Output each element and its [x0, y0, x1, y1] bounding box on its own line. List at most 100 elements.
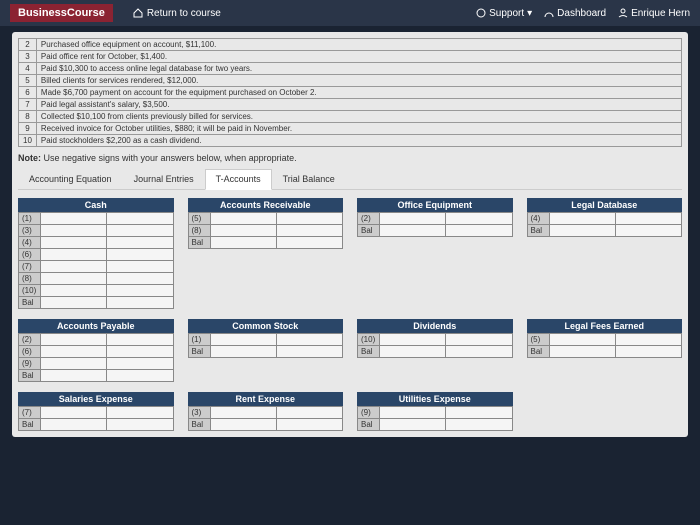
t-debit-cell[interactable] [549, 213, 615, 225]
t-credit-cell[interactable] [107, 261, 173, 273]
t-debit-cell[interactable] [41, 334, 107, 346]
t-row-label: Bal [358, 419, 380, 431]
t-credit-cell[interactable] [615, 225, 681, 237]
t-credit-cell[interactable] [107, 285, 173, 297]
brand: BusinessCourse [10, 4, 113, 22]
t-account-title: Accounts Receivable [188, 198, 344, 212]
t-credit-cell[interactable] [107, 273, 173, 285]
t-row-label: (3) [188, 407, 210, 419]
t-debit-cell[interactable] [210, 346, 276, 358]
t-debit-cell[interactable] [549, 346, 615, 358]
t-debit-cell[interactable] [210, 237, 276, 249]
transaction-text: Billed clients for services rendered, $1… [36, 75, 681, 87]
t-debit-cell[interactable] [41, 261, 107, 273]
t-debit-cell[interactable] [41, 237, 107, 249]
t-credit-cell[interactable] [615, 213, 681, 225]
t-row-label: Bal [19, 370, 41, 382]
t-debit-cell[interactable] [380, 213, 446, 225]
t-debit-cell[interactable] [41, 249, 107, 261]
t-row-label: Bal [188, 419, 210, 431]
t-credit-cell[interactable] [276, 237, 342, 249]
transaction-num: 8 [19, 111, 37, 123]
t-account-div: Dividends(10)Bal [357, 319, 513, 382]
t-debit-cell[interactable] [41, 358, 107, 370]
t-credit-cell[interactable] [276, 419, 342, 431]
t-debit-cell[interactable] [210, 225, 276, 237]
tab-trial-balance[interactable]: Trial Balance [272, 169, 346, 189]
support-label: Support [489, 8, 524, 19]
t-row-label: (2) [19, 334, 41, 346]
t-row-label: (8) [188, 225, 210, 237]
transaction-num: 10 [19, 135, 37, 147]
t-credit-cell[interactable] [107, 297, 173, 309]
t-debit-cell[interactable] [210, 407, 276, 419]
t-credit-cell[interactable] [276, 407, 342, 419]
t-credit-cell[interactable] [107, 213, 173, 225]
t-debit-cell[interactable] [41, 419, 107, 431]
t-credit-cell[interactable] [446, 334, 512, 346]
main-panel: 2Purchased office equipment on account, … [12, 32, 688, 437]
t-credit-cell[interactable] [107, 225, 173, 237]
t-credit-cell[interactable] [107, 346, 173, 358]
transaction-row: 3Paid office rent for October, $1,400. [19, 51, 682, 63]
t-credit-cell[interactable] [107, 419, 173, 431]
t-credit-cell[interactable] [107, 334, 173, 346]
t-debit-cell[interactable] [210, 334, 276, 346]
t-row-label: Bal [188, 237, 210, 249]
t-credit-cell[interactable] [107, 237, 173, 249]
t-debit-cell[interactable] [41, 225, 107, 237]
t-row-label: Bal [19, 297, 41, 309]
t-debit-cell[interactable] [41, 407, 107, 419]
dashboard-link[interactable]: Dashboard [544, 8, 606, 19]
t-account-title: Legal Database [527, 198, 683, 212]
t-debit-cell[interactable] [41, 213, 107, 225]
t-debit-cell[interactable] [380, 225, 446, 237]
t-credit-cell[interactable] [107, 249, 173, 261]
t-credit-cell[interactable] [107, 407, 173, 419]
t-credit-cell[interactable] [276, 334, 342, 346]
t-row-label: (2) [358, 213, 380, 225]
user-icon [618, 8, 628, 19]
t-credit-cell[interactable] [446, 407, 512, 419]
tab-journal-entries[interactable]: Journal Entries [123, 169, 205, 189]
t-credit-cell[interactable] [615, 346, 681, 358]
t-credit-cell[interactable] [107, 358, 173, 370]
t-debit-cell[interactable] [380, 334, 446, 346]
t-credit-cell[interactable] [446, 225, 512, 237]
t-debit-cell[interactable] [41, 273, 107, 285]
t-debit-cell[interactable] [41, 346, 107, 358]
transaction-row: 9Received invoice for October utilities,… [19, 123, 682, 135]
user-link[interactable]: Enrique Hern [618, 8, 690, 19]
t-debit-cell[interactable] [380, 419, 446, 431]
tab-t-accounts[interactable]: T-Accounts [205, 169, 272, 190]
return-link[interactable]: Return to course [133, 8, 221, 19]
t-debit-cell[interactable] [41, 285, 107, 297]
tab-accounting-equation[interactable]: Accounting Equation [18, 169, 123, 189]
t-credit-cell[interactable] [446, 419, 512, 431]
t-accounts-grid: Cash(1)(3)(4)(6)(7)(8)(10)BalAccounts Re… [18, 198, 682, 431]
t-debit-cell[interactable] [380, 346, 446, 358]
transaction-row: 6Made $6,700 payment on account for the … [19, 87, 682, 99]
t-debit-cell[interactable] [380, 407, 446, 419]
t-credit-cell[interactable] [107, 370, 173, 382]
support-link[interactable]: Support ▾ [476, 8, 532, 19]
t-credit-cell[interactable] [276, 346, 342, 358]
caret-down-icon: ▾ [527, 8, 532, 19]
transaction-text: Made $6,700 payment on account for the e… [36, 87, 681, 99]
t-credit-cell[interactable] [446, 213, 512, 225]
t-credit-cell[interactable] [615, 334, 681, 346]
t-debit-cell[interactable] [549, 225, 615, 237]
t-debit-cell[interactable] [41, 297, 107, 309]
transaction-row: 10Paid stockholders $2,200 as a cash div… [19, 135, 682, 147]
t-debit-cell[interactable] [41, 370, 107, 382]
t-row-label: Bal [19, 419, 41, 431]
t-debit-cell[interactable] [549, 334, 615, 346]
t-debit-cell[interactable] [210, 213, 276, 225]
t-credit-cell[interactable] [276, 225, 342, 237]
note: Note: Use negative signs with your answe… [18, 153, 682, 163]
transaction-text: Paid stockholders $2,200 as a cash divid… [36, 135, 681, 147]
t-account-lfe: Legal Fees Earned(5)Bal [527, 319, 683, 382]
t-credit-cell[interactable] [276, 213, 342, 225]
t-debit-cell[interactable] [210, 419, 276, 431]
t-credit-cell[interactable] [446, 346, 512, 358]
